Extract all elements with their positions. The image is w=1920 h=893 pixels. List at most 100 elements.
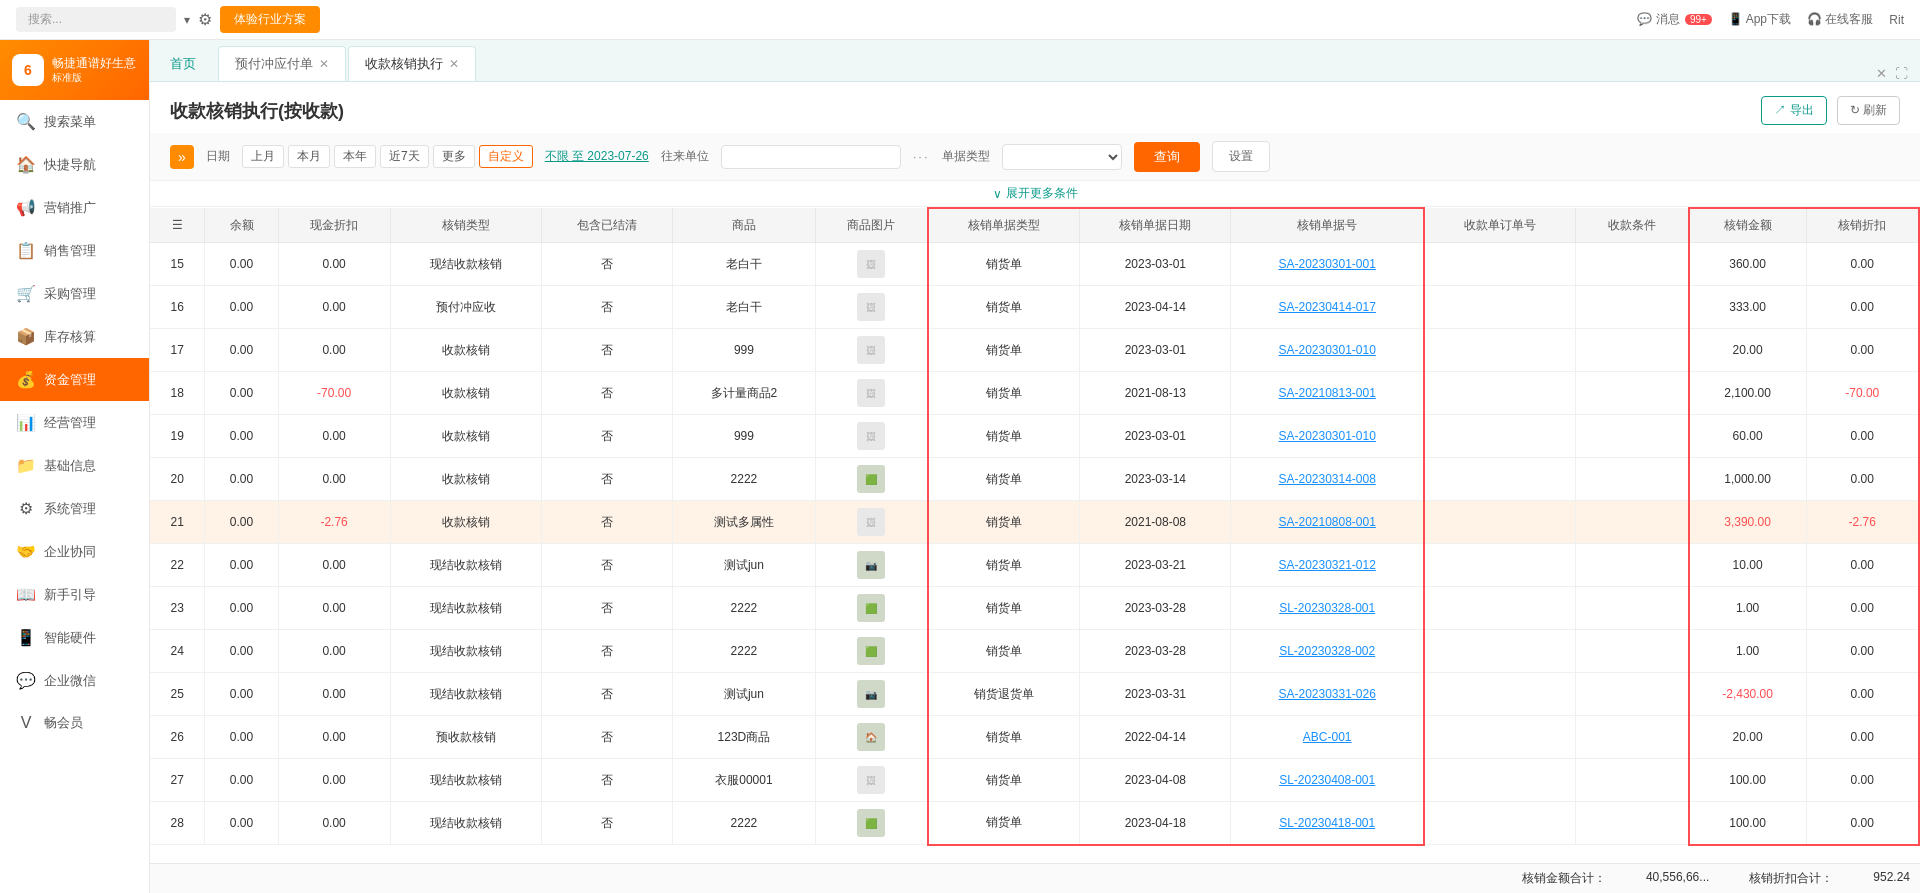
cell-doc-report-no[interactable]: SL-20230418-001	[1231, 802, 1424, 845]
cell-receipt-condition	[1576, 587, 1689, 630]
doc-type-select[interactable]	[1002, 144, 1122, 170]
sidebar-item-finance[interactable]: 💰 资金管理	[0, 358, 149, 401]
top-bar: 搜索... ▾ ⚙ 体验行业方案 💬 消息 99+ 📱 App下载 🎧 在线客服…	[0, 0, 1920, 40]
cell-receipt-condition	[1576, 243, 1689, 286]
sidebar-item-nav[interactable]: 🏠 快捷导航	[0, 143, 149, 186]
cell-doc-report-no[interactable]: SL-20230408-001	[1231, 759, 1424, 802]
cell-goods-img: 🖼	[815, 329, 928, 372]
tab-label: 预付冲应付单	[235, 55, 313, 73]
date-btn-more[interactable]: 更多	[433, 145, 475, 168]
sidebar-item-hardware[interactable]: 📱 智能硬件	[0, 616, 149, 659]
cell-writeoff-discount: 0.00	[1806, 544, 1919, 587]
export-button[interactable]: ↗ 导出	[1761, 96, 1826, 125]
counterpart-input[interactable]	[721, 145, 901, 169]
sidebar-item-wechat[interactable]: 💬 企业微信	[0, 659, 149, 702]
gear-icon[interactable]: ⚙	[198, 10, 212, 29]
cell-writeoff-amount: 100.00	[1689, 802, 1806, 845]
cell-doc-report-no[interactable]: SA-20230301-010	[1231, 415, 1424, 458]
filter-expand-button[interactable]: »	[170, 145, 194, 169]
cell-doc-report-no[interactable]: ABC-001	[1231, 716, 1424, 759]
table-row: 20 0.00 0.00 收款核销 否 2222 🟩 销货单 2023-03-1…	[150, 458, 1919, 501]
export-icon: ↗	[1774, 103, 1786, 117]
date-range-display[interactable]: 不限 至 2023-07-26	[545, 148, 649, 165]
sidebar-item-sales[interactable]: 📋 销售管理	[0, 229, 149, 272]
top-dropdown[interactable]: ▾	[184, 13, 190, 27]
tab-maximize-icon[interactable]: ⛶	[1895, 66, 1908, 81]
cell-cash-discount: 0.00	[278, 544, 390, 587]
cell-doc-report-type: 销货单	[928, 286, 1080, 329]
cell-doc-report-date: 2023-03-21	[1080, 544, 1231, 587]
sidebar-item-member[interactable]: V 畅会员	[0, 702, 149, 744]
tab-writeoff[interactable]: 收款核销执行 ✕	[348, 46, 476, 81]
top-search-box[interactable]: 搜索...	[16, 7, 176, 32]
date-btn-7days[interactable]: 近7天	[380, 145, 429, 168]
cell-writeoff-amount: -2,430.00	[1689, 673, 1806, 716]
date-btn-this-year[interactable]: 本年	[334, 145, 376, 168]
cell-doc-report-no[interactable]: SL-20230328-001	[1231, 587, 1424, 630]
industry-button[interactable]: 体验行业方案	[220, 6, 320, 33]
tab-prepay[interactable]: 预付冲应付单 ✕	[218, 46, 346, 81]
message-badge: 99+	[1685, 14, 1712, 25]
query-button[interactable]: 查询	[1134, 142, 1200, 172]
table-row: 19 0.00 0.00 收款核销 否 999 🖼 销货单 2023-03-01…	[150, 415, 1919, 458]
footer-total-amount-label: 核销金额合计：	[1522, 870, 1606, 887]
date-btn-this-month[interactable]: 本月	[288, 145, 330, 168]
th-goods-img: 商品图片	[815, 208, 928, 243]
page-content: 收款核销执行(按收款) ↗ 导出 ↻ 刷新 » 日期 上月	[150, 82, 1920, 893]
date-btn-last-month[interactable]: 上月	[242, 145, 284, 168]
sidebar-item-purchase[interactable]: 🛒 采购管理	[0, 272, 149, 315]
cell-writeoff-discount: 0.00	[1806, 716, 1919, 759]
cell-cash-discount: 0.00	[278, 630, 390, 673]
date-label: 日期	[206, 148, 230, 165]
sidebar-item-inventory[interactable]: 📦 库存核算	[0, 315, 149, 358]
tab-close-active-icon[interactable]: ✕	[449, 57, 459, 71]
top-bar-left: 搜索... ▾ ⚙ 体验行业方案	[16, 6, 1625, 33]
sidebar-item-guide[interactable]: 📖 新手引导	[0, 573, 149, 616]
date-btn-custom[interactable]: 自定义	[479, 145, 533, 168]
cell-writeoff-amount: 3,390.00	[1689, 501, 1806, 544]
cell-balance: 0.00	[205, 716, 278, 759]
sidebar-item-search[interactable]: 🔍 搜索菜单	[0, 100, 149, 143]
cell-receipt-condition	[1576, 630, 1689, 673]
app-download-link[interactable]: 📱 App下载	[1728, 11, 1791, 28]
cell-doc-report-no[interactable]: SA-20230301-001	[1231, 243, 1424, 286]
tab-window-close-icon[interactable]: ✕	[1876, 66, 1887, 81]
sidebar-item-collab[interactable]: 🤝 企业协同	[0, 530, 149, 573]
online-service-link[interactable]: 🎧 在线客服	[1807, 11, 1873, 28]
cell-doc-report-no[interactable]: SA-20210808-001	[1231, 501, 1424, 544]
tab-home[interactable]: 首页	[150, 47, 216, 81]
cell-doc-report-no[interactable]: SA-20230414-017	[1231, 286, 1424, 329]
cell-include-cleared: 否	[541, 759, 673, 802]
message-link[interactable]: 💬 消息 99+	[1637, 11, 1712, 28]
table-row: 23 0.00 0.00 现结收款核销 否 2222 🟩 销货单 2023-03…	[150, 587, 1919, 630]
cell-receipt-condition	[1576, 415, 1689, 458]
date-buttons: 上月 本月 本年 近7天 更多 自定义	[242, 145, 533, 168]
table-row: 17 0.00 0.00 收款核销 否 999 🖼 销货单 2023-03-01…	[150, 329, 1919, 372]
cell-receipt-order-no	[1424, 372, 1576, 415]
logo-text: 畅捷通谱好生意 标准版	[52, 56, 136, 85]
filter-dots: ···	[913, 149, 930, 164]
cell-doc-report-no[interactable]: SA-20210813-001	[1231, 372, 1424, 415]
cell-writeoff-type: 收款核销	[390, 501, 541, 544]
expand-more-bar[interactable]: ∨ 展开更多条件	[150, 181, 1920, 207]
cell-doc-report-no[interactable]: SA-20230331-026	[1231, 673, 1424, 716]
tab-close-icon[interactable]: ✕	[319, 57, 329, 71]
sidebar-item-system[interactable]: ⚙ 系统管理	[0, 487, 149, 530]
sidebar-item-operations[interactable]: 📊 经营管理	[0, 401, 149, 444]
sidebar-item-basic[interactable]: 📁 基础信息	[0, 444, 149, 487]
sidebar-item-label: 库存核算	[44, 328, 96, 346]
cell-writeoff-discount: -70.00	[1806, 372, 1919, 415]
cell-doc-report-no[interactable]: SA-20230301-010	[1231, 329, 1424, 372]
table-body: 15 0.00 0.00 现结收款核销 否 老白干 🖼 销货单 2023-03-…	[150, 243, 1919, 845]
cell-seq: 18	[150, 372, 205, 415]
cell-doc-report-no[interactable]: SA-20230321-012	[1231, 544, 1424, 587]
th-include-cleared: 包含已结清	[541, 208, 673, 243]
cell-doc-report-no[interactable]: SA-20230314-008	[1231, 458, 1424, 501]
cell-writeoff-amount: 1.00	[1689, 630, 1806, 673]
cell-doc-report-no[interactable]: SL-20230328-002	[1231, 630, 1424, 673]
cell-goods: 999	[673, 329, 815, 372]
settings-button[interactable]: 设置	[1212, 141, 1270, 172]
cell-balance: 0.00	[205, 243, 278, 286]
sidebar-item-marketing[interactable]: 📢 营销推广	[0, 186, 149, 229]
refresh-button[interactable]: ↻ 刷新	[1837, 96, 1900, 125]
